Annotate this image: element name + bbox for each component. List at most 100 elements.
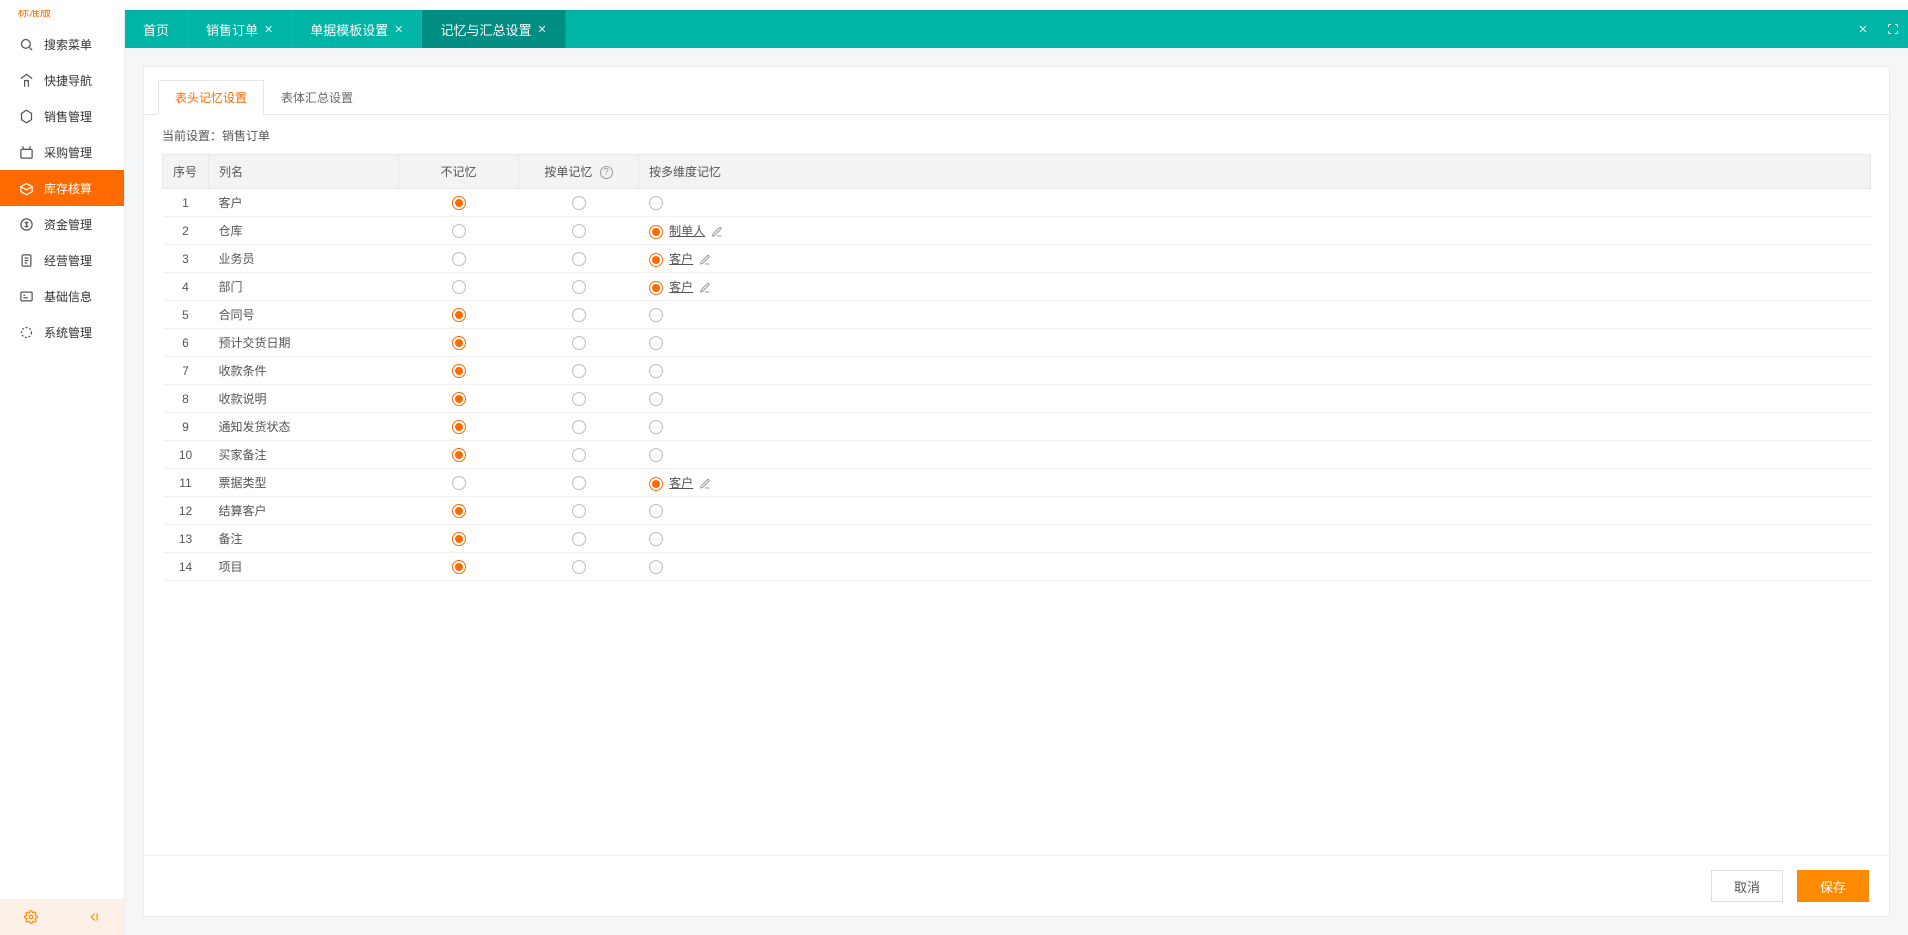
radio-no-memory[interactable] <box>452 532 466 546</box>
sidebar-item-8[interactable]: 系统管理 <box>0 314 124 350</box>
radio-by-order[interactable] <box>572 224 586 238</box>
th-by-order-label: 按单记忆 <box>544 165 592 179</box>
radio-by-order[interactable] <box>572 196 586 210</box>
current-setting-value: 销售订单 <box>222 129 270 143</box>
radio-multi-dimension[interactable] <box>649 504 663 518</box>
radio-multi-dimension[interactable] <box>649 448 663 462</box>
radio-no-memory[interactable] <box>452 252 466 266</box>
table-row: 10买家备注 <box>163 441 1871 469</box>
radio-no-memory[interactable] <box>452 560 466 574</box>
edit-icon[interactable] <box>699 478 711 490</box>
radio-multi-dimension[interactable] <box>649 560 663 574</box>
settings-gear-icon[interactable] <box>0 910 62 924</box>
radio-no-memory[interactable] <box>452 392 466 406</box>
sidebar-item-5[interactable]: 资金管理 <box>0 206 124 242</box>
cell-by-order <box>519 329 639 357</box>
sidebar-item-4[interactable]: 库存核算 <box>0 170 124 206</box>
radio-no-memory[interactable] <box>452 476 466 490</box>
sidebar-item-6[interactable]: 经营管理 <box>0 242 124 278</box>
cell-multi-dimension <box>639 441 1871 469</box>
cell-by-order <box>519 245 639 273</box>
close-all-tabs-icon[interactable] <box>1848 10 1878 48</box>
radio-no-memory[interactable] <box>452 336 466 350</box>
current-setting: 当前设置：销售订单 <box>144 115 1889 154</box>
radio-multi-dimension[interactable] <box>649 281 663 295</box>
top-bar <box>0 0 1908 10</box>
sidebar-item-label: 快捷导航 <box>44 72 92 89</box>
collapse-sidebar-icon[interactable] <box>62 910 124 924</box>
tab-1[interactable]: 销售订单✕ <box>188 10 292 48</box>
cell-index: 1 <box>163 189 209 217</box>
radio-multi-dimension[interactable] <box>649 392 663 406</box>
table-row: 13备注 <box>163 525 1871 553</box>
sidebar-item-2[interactable]: 销售管理 <box>0 98 124 134</box>
help-icon[interactable]: ? <box>600 166 613 179</box>
sidebar-item-7[interactable]: 基础信息 <box>0 278 124 314</box>
fullscreen-icon[interactable] <box>1878 10 1908 48</box>
radio-multi-dimension[interactable] <box>649 225 663 239</box>
cancel-button[interactable]: 取消 <box>1711 870 1783 902</box>
radio-by-order[interactable] <box>572 252 586 266</box>
tab-0[interactable]: 首页 <box>125 10 188 48</box>
cell-multi-dimension <box>639 329 1871 357</box>
radio-no-memory[interactable] <box>452 448 466 462</box>
radio-no-memory[interactable] <box>452 364 466 378</box>
dimension-link[interactable]: 客户 <box>669 280 693 294</box>
close-icon[interactable]: ✕ <box>264 23 273 36</box>
radio-multi-dimension[interactable] <box>649 308 663 322</box>
cell-index: 9 <box>163 413 209 441</box>
memory-settings-table: 序号 列名 不记忆 按单记忆 ? 按多维度记忆 <box>162 154 1871 581</box>
dimension-link[interactable]: 客户 <box>669 252 693 266</box>
radio-by-order[interactable] <box>572 420 586 434</box>
radio-by-order[interactable] <box>572 532 586 546</box>
save-button[interactable]: 保存 <box>1797 870 1869 902</box>
sidebar-item-0[interactable]: 搜索菜单 <box>0 26 124 62</box>
radio-no-memory[interactable] <box>452 196 466 210</box>
cell-index: 11 <box>163 469 209 497</box>
cell-column-name: 备注 <box>209 525 399 553</box>
radio-by-order[interactable] <box>572 476 586 490</box>
sidebar-item-3[interactable]: 采购管理 <box>0 134 124 170</box>
cell-column-name: 预计交货日期 <box>209 329 399 357</box>
edit-icon[interactable] <box>699 282 711 294</box>
radio-multi-dimension[interactable] <box>649 196 663 210</box>
radio-by-order[interactable] <box>572 308 586 322</box>
th-no-memory: 不记忆 <box>399 155 519 189</box>
sidebar-item-1[interactable]: 快捷导航 <box>0 62 124 98</box>
radio-no-memory[interactable] <box>452 420 466 434</box>
radio-multi-dimension[interactable] <box>649 336 663 350</box>
radio-no-memory[interactable] <box>452 308 466 322</box>
table-row: 3业务员 客户 <box>163 245 1871 273</box>
cell-index: 6 <box>163 329 209 357</box>
inner-tabs: 表头记忆设置表体汇总设置 <box>144 67 1889 115</box>
edit-icon[interactable] <box>711 226 723 238</box>
radio-by-order[interactable] <box>572 504 586 518</box>
close-icon[interactable]: ✕ <box>394 23 403 36</box>
radio-by-order[interactable] <box>572 448 586 462</box>
inner-tab-0[interactable]: 表头记忆设置 <box>158 80 264 115</box>
dimension-link[interactable]: 制单人 <box>669 224 705 238</box>
content-area: 首页销售订单✕单据模板设置✕记忆与汇总设置✕ 表头记忆设置表体汇总设置 当前设置… <box>125 10 1908 935</box>
radio-multi-dimension[interactable] <box>649 477 663 491</box>
radio-multi-dimension[interactable] <box>649 532 663 546</box>
radio-multi-dimension[interactable] <box>649 364 663 378</box>
table-row: 12结算客户 <box>163 497 1871 525</box>
radio-no-memory[interactable] <box>452 504 466 518</box>
tab-2[interactable]: 单据模板设置✕ <box>292 10 422 48</box>
dimension-link[interactable]: 客户 <box>669 476 693 490</box>
radio-by-order[interactable] <box>572 336 586 350</box>
tab-3[interactable]: 记忆与汇总设置✕ <box>422 10 565 48</box>
inner-tab-1[interactable]: 表体汇总设置 <box>264 80 370 115</box>
radio-by-order[interactable] <box>572 392 586 406</box>
table-row: 8收款说明 <box>163 385 1871 413</box>
radio-by-order[interactable] <box>572 560 586 574</box>
close-icon[interactable]: ✕ <box>538 23 547 36</box>
edit-icon[interactable] <box>699 254 711 266</box>
radio-by-order[interactable] <box>572 364 586 378</box>
radio-multi-dimension[interactable] <box>649 253 663 267</box>
radio-by-order[interactable] <box>572 280 586 294</box>
cell-multi-dimension <box>639 525 1871 553</box>
radio-multi-dimension[interactable] <box>649 420 663 434</box>
radio-no-memory[interactable] <box>452 280 466 294</box>
radio-no-memory[interactable] <box>452 224 466 238</box>
